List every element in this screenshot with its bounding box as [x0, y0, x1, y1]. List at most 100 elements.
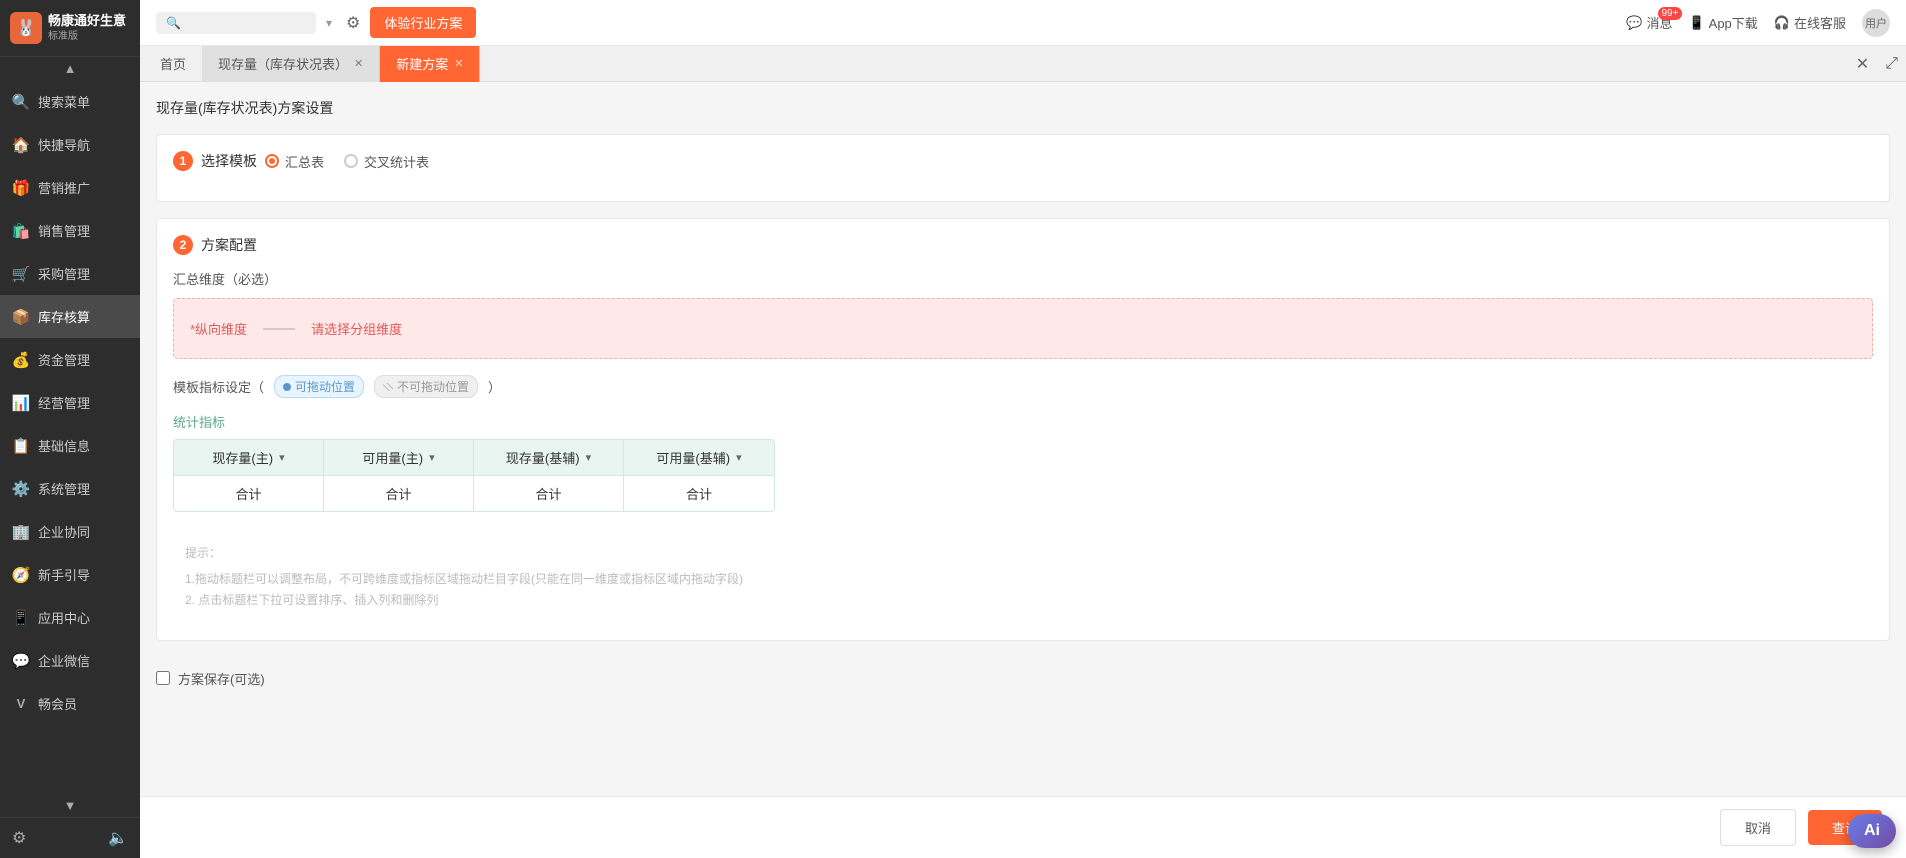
tab-inventory[interactable]: 现存量（库存状况表） ✕ [202, 46, 380, 82]
tab-inventory-close[interactable]: ✕ [354, 57, 363, 70]
tips-section: 提示： 1.拖动标题栏可以调整布局，不可跨维度或指标区域拖动栏目字段(只能在同一… [173, 531, 1873, 624]
ai-bubble[interactable]: Ai [1848, 814, 1896, 848]
dimension-placeholder: 请选择分组维度 [311, 319, 402, 338]
stats-col-4: 可用量(基辅) ▾ 合计 [624, 440, 774, 511]
ai-label: Ai [1864, 822, 1880, 839]
chevron-down-icon[interactable]: ▾ [279, 451, 285, 464]
section-1-label: 选择模板 [201, 151, 257, 171]
sidebar-scroll-down[interactable]: ▼ [0, 794, 140, 817]
customer-service-label: 在线客服 [1794, 13, 1846, 32]
sidebar-item-search[interactable]: 🔍 搜索菜单 [0, 80, 140, 123]
sidebar-item-finance[interactable]: 💰 资金管理 [0, 338, 140, 381]
stats-col-3-header[interactable]: 现存量(基辅) ▾ [474, 440, 623, 476]
dimension-area[interactable]: *纵向维度 —— 请选择分组维度 [173, 298, 1873, 359]
stats-col-1-body: 合计 [174, 476, 323, 511]
radio-group: 汇总表 交叉统计表 [265, 152, 429, 171]
stats-col-2-header[interactable]: 可用量(主) ▾ [324, 440, 473, 476]
action-bar: 取消 查询 [140, 796, 1906, 858]
clipboard-icon: 📋 [12, 437, 30, 455]
trial-button[interactable]: 体验行业方案 [370, 7, 476, 38]
radio-summary-btn[interactable] [265, 154, 279, 168]
settings-icon[interactable]: ⚙ [12, 828, 26, 848]
avatar-label: 用户 [1865, 15, 1887, 31]
radio-summary[interactable]: 汇总表 [265, 152, 324, 171]
chat-icon: 💬 [12, 652, 30, 670]
sidebar-item-label: 库存核算 [38, 307, 90, 326]
indicator-label-text: 模板指标设定（ [173, 377, 264, 396]
sidebar-item-enterprise[interactable]: 🏢 企业协同 [0, 510, 140, 553]
stats-col-4-body: 合计 [624, 476, 774, 511]
main-wrapper: 🔍 ▾ ⚙ 体验行业方案 💬 消息 99+ 📱 App下载 🎧 在线客服 用户 [140, 0, 1906, 858]
topbar: 🔍 ▾ ⚙ 体验行业方案 💬 消息 99+ 📱 App下载 🎧 在线客服 用户 [140, 0, 1906, 46]
avatar[interactable]: 用户 [1862, 9, 1890, 37]
search-icon: 🔍 [166, 16, 181, 30]
sidebar-nav: 🔍 搜索菜单 🏠 快捷导航 🎁 营销推广 🛍️ 销售管理 🛒 采购管理 📦 库存… [0, 80, 140, 794]
sidebar-footer: ⚙ 🔈 [0, 817, 140, 858]
stats-col-1-header[interactable]: 现存量(主) ▾ [174, 440, 323, 476]
section-1-number: 1 [173, 151, 193, 171]
tip-1: 1.拖动标题栏可以调整布局，不可跨维度或指标区域拖动栏目字段(只能在同一维度或指… [185, 569, 1861, 591]
radio-summary-label: 汇总表 [285, 152, 324, 171]
stats-col-2: 可用量(主) ▾ 合计 [324, 440, 474, 511]
sidebar-item-marketing[interactable]: 🎁 营销推广 [0, 166, 140, 209]
radio-cross[interactable]: 交叉统计表 [344, 152, 429, 171]
sidebar-item-app-center[interactable]: 📱 应用中心 [0, 596, 140, 639]
tabbar-close-btn[interactable]: ✕ [1848, 54, 1877, 74]
stats-col-4-header-label: 可用量(基辅) [656, 448, 730, 467]
app-download-label: App下载 [1709, 13, 1758, 32]
tab-new-scheme-close[interactable]: ✕ [454, 57, 463, 70]
draggable-chip-dot [283, 383, 291, 391]
building-icon: 🏢 [12, 523, 30, 541]
sidebar-item-purchase[interactable]: 🛒 采购管理 [0, 252, 140, 295]
sidebar-item-sales[interactable]: 🛍️ 销售管理 [0, 209, 140, 252]
non-draggable-chip: 不可拖动位置 [374, 375, 478, 398]
sidebar-item-member[interactable]: V 畅会员 [0, 682, 140, 725]
save-checkbox[interactable] [156, 671, 170, 685]
tab-new-scheme[interactable]: 新建方案 ✕ [380, 46, 480, 82]
stats-col-1-body-label: 合计 [235, 484, 261, 503]
sidebar-item-quick-nav[interactable]: 🏠 快捷导航 [0, 123, 140, 166]
stats-col-2-body-label: 合计 [385, 484, 411, 503]
sidebar-logo: 🐰 畅康通好生意 标准版 [0, 0, 140, 57]
sidebar-item-label: 基础信息 [38, 436, 90, 455]
message-badge: 99+ [1658, 7, 1683, 20]
dimension-dash: —— [263, 320, 295, 338]
sidebar-item-basic-info[interactable]: 📋 基础信息 [0, 424, 140, 467]
sidebar-scroll-up[interactable]: ▲ [0, 57, 140, 80]
stats-col-3-body-label: 合计 [535, 484, 561, 503]
message-action[interactable]: 💬 消息 99+ [1626, 13, 1672, 32]
chevron-down-icon[interactable]: ▾ [736, 451, 742, 464]
stats-label: 统计指标 [173, 412, 1873, 431]
sidebar-item-inventory[interactable]: 📦 库存核算 [0, 295, 140, 338]
app-download-action[interactable]: 📱 App下载 [1688, 13, 1757, 32]
stats-col-3-header-label: 现存量(基辅) [506, 448, 580, 467]
sidebar-item-guide[interactable]: 🧭 新手引导 [0, 553, 140, 596]
sidebar-item-label: 营销推广 [38, 178, 90, 197]
headset-icon: 🎧 [1774, 15, 1790, 31]
chevron-down-icon[interactable]: ▾ [429, 451, 435, 464]
radio-cross-btn[interactable] [344, 154, 358, 168]
draggable-chip: 可拖动位置 [274, 375, 364, 398]
sidebar-item-wechat[interactable]: 💬 企业微信 [0, 639, 140, 682]
sidebar-item-management[interactable]: 📊 经营管理 [0, 381, 140, 424]
topbar-settings-icon[interactable]: ⚙ [346, 13, 360, 33]
chevron-down-icon[interactable]: ▾ [586, 451, 592, 464]
gift-icon: 🎁 [12, 179, 30, 197]
stats-col-2-header-label: 可用量(主) [362, 448, 423, 467]
stats-col-1: 现存量(主) ▾ 合计 [174, 440, 324, 511]
tab-new-scheme-label: 新建方案 [396, 54, 448, 73]
dropdown-icon[interactable]: ▾ [326, 16, 332, 30]
sidebar-item-label: 经营管理 [38, 393, 90, 412]
audio-icon[interactable]: 🔈 [108, 828, 128, 848]
tab-inventory-label: 现存量（库存状况表） [218, 54, 348, 73]
topbar-actions: 💬 消息 99+ 📱 App下载 🎧 在线客服 用户 [1626, 9, 1890, 37]
search-box[interactable]: 🔍 [156, 12, 316, 34]
cancel-button[interactable]: 取消 [1720, 809, 1796, 846]
tabbar-expand-btn[interactable]: ⤢ [1877, 55, 1906, 73]
stats-col-4-header[interactable]: 可用量(基辅) ▾ [624, 440, 774, 476]
radio-cross-label: 交叉统计表 [364, 152, 429, 171]
tab-home[interactable]: 首页 [144, 46, 202, 82]
search-input[interactable] [187, 16, 277, 30]
customer-service-action[interactable]: 🎧 在线客服 [1774, 13, 1846, 32]
sidebar-item-system[interactable]: ⚙️ 系统管理 [0, 467, 140, 510]
